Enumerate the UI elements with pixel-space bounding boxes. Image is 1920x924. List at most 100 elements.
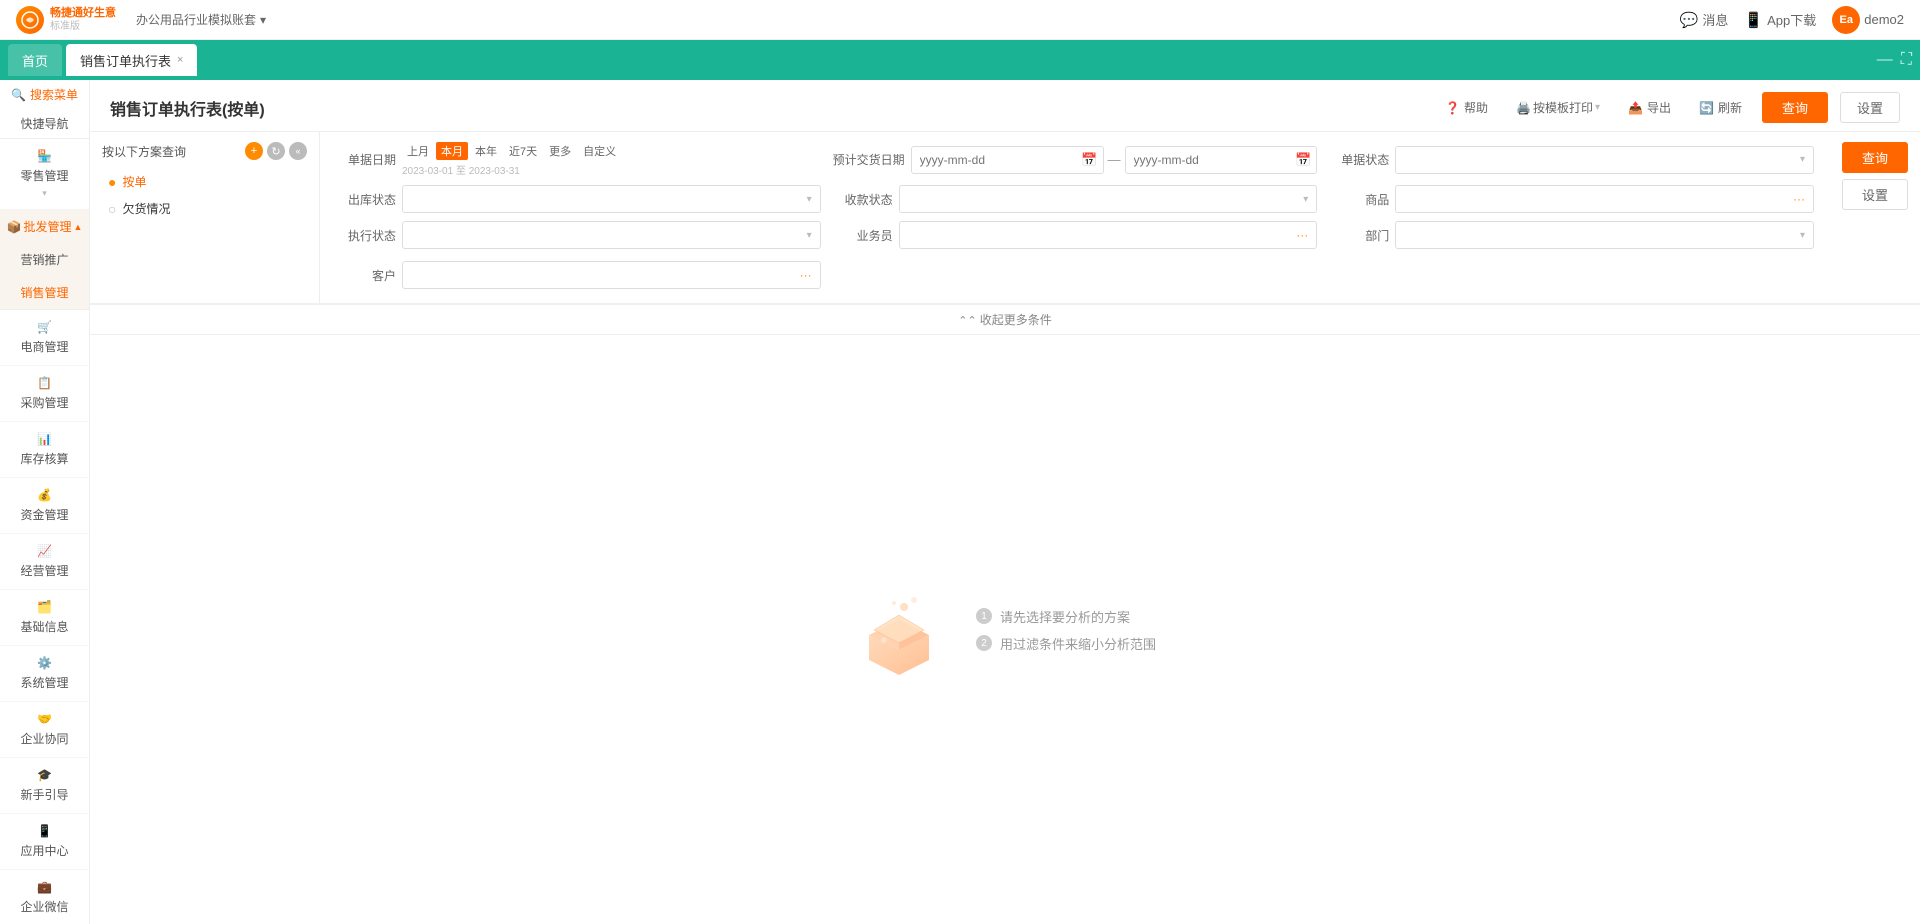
date-year-btn[interactable]: 本年 bbox=[470, 142, 502, 160]
scheme-add-btn[interactable]: + bbox=[245, 142, 263, 160]
sidebar-item-ecommerce[interactable]: 🛒 电商管理 bbox=[0, 310, 89, 366]
date-more-btn[interactable]: 更多 bbox=[544, 142, 576, 160]
ship-status-select[interactable]: ▾ bbox=[402, 185, 821, 213]
sidebar-item-purchase[interactable]: 📋 采购管理 bbox=[0, 366, 89, 422]
filter-row-1: 单据日期 上月 本月 本年 近7天 更多 自定义 20 bbox=[336, 142, 1814, 177]
export-icon: 📤 bbox=[1628, 101, 1643, 115]
pay-status-arrow: ▾ bbox=[1303, 194, 1308, 205]
export-label: 导出 bbox=[1647, 99, 1671, 116]
scheme-collapse-btn[interactable]: « bbox=[289, 142, 307, 160]
sidebar-item-marketing[interactable]: 营销推广 bbox=[0, 243, 89, 276]
exec-status-select[interactable]: ▾ bbox=[402, 221, 821, 249]
tab-actions: — ⛶ bbox=[1877, 51, 1912, 69]
tab-minimize-btn[interactable]: — bbox=[1877, 51, 1893, 69]
tab-sales-order[interactable]: 销售订单执行表 × bbox=[66, 44, 197, 76]
collapse-label: 收起更多条件 bbox=[980, 313, 1052, 327]
goods-label: 商品 bbox=[1329, 191, 1389, 208]
collapse-icon: ⌃⌃ bbox=[958, 315, 980, 327]
export-btn[interactable]: 📤 导出 bbox=[1620, 95, 1679, 120]
date-prev-btn[interactable]: 上月 bbox=[402, 142, 434, 160]
refresh-btn[interactable]: 🔄 刷新 bbox=[1691, 95, 1750, 120]
dept-arrow: ▾ bbox=[1800, 230, 1805, 241]
sidebar-item-system[interactable]: ⚙️ 系统管理 bbox=[0, 646, 89, 702]
collapse-row[interactable]: ⌃⌃ 收起更多条件 bbox=[90, 304, 1920, 334]
scheme-item-1[interactable]: ○ 欠货情况 bbox=[102, 195, 307, 222]
scheme-refresh-btn[interactable]: ↻ bbox=[267, 142, 285, 160]
tab-home[interactable]: 首页 bbox=[8, 44, 62, 76]
scheme-side-btns: + ↻ « bbox=[245, 142, 307, 160]
apps-icon: 📱 bbox=[37, 824, 52, 838]
breadcrumb[interactable]: 办公用品行业模拟账套 ▾ bbox=[136, 11, 266, 28]
purchase-icon: 📋 bbox=[37, 376, 52, 390]
customer-ellipsis: ··· bbox=[800, 268, 812, 282]
pay-status-label: 收款状态 bbox=[833, 191, 893, 208]
sidebar-item-enterprise[interactable]: 🤝 企业协同 bbox=[0, 702, 89, 758]
expected-date-from-wrapper: 📅 bbox=[911, 146, 1104, 174]
sidebar-item-apps[interactable]: 📱 应用中心 bbox=[0, 814, 89, 870]
set-btn[interactable]: 设置 bbox=[1840, 92, 1900, 123]
ship-status-label: 出库状态 bbox=[336, 191, 396, 208]
sidebar-item-operations[interactable]: 📈 经营管理 bbox=[0, 534, 89, 590]
main-layout: 🔍 帮助 搜索菜单 快捷导航 🏪 零售管理 ▾ 📦 批发管理 ▲ 营销推广 销售… bbox=[0, 80, 1920, 924]
page-title: 销售订单执行表(按单) bbox=[110, 96, 265, 120]
finance-icon: 💰 bbox=[37, 488, 52, 502]
salesman-label: 业务员 bbox=[833, 227, 893, 244]
page-header: 销售订单执行表(按单) ❓ 帮助 🖨️ 按模板打印 ▾ 📤 导出 🔄 刷新 bbox=[90, 80, 1920, 132]
message-btn[interactable]: 💬 消息 bbox=[1680, 10, 1729, 29]
sidebar-group-wholesale: 📦 批发管理 ▲ 营销推广 销售管理 bbox=[0, 210, 89, 310]
pay-status-select[interactable]: ▾ bbox=[899, 185, 1318, 213]
sidebar-quicknav[interactable]: 快捷导航 bbox=[0, 109, 89, 139]
logo-icon bbox=[16, 6, 44, 34]
tab-maximize-btn[interactable]: ⛶ bbox=[1901, 51, 1912, 69]
expected-date-to-input[interactable] bbox=[1125, 146, 1318, 174]
tip-2-text: 用过滤条件来缩小分析范围 bbox=[1000, 634, 1156, 653]
goods-select[interactable]: ··· bbox=[1395, 185, 1814, 213]
app-download-icon: 📱 bbox=[1744, 11, 1763, 29]
tab-close-icon[interactable]: × bbox=[177, 54, 183, 66]
sidebar-item-retail[interactable]: 🏪 零售管理 ▾ bbox=[0, 139, 89, 210]
logo-area: 畅捷通好生意 标准版 bbox=[16, 6, 116, 34]
query-btn[interactable]: 查询 bbox=[1762, 92, 1828, 123]
scheme-item-1-label: 欠货情况 bbox=[122, 200, 170, 217]
scheme-side-title: 按以下方案查询 bbox=[102, 143, 186, 160]
bill-status-select[interactable]: ▾ bbox=[1395, 146, 1814, 174]
empty-box: 1 请先选择要分析的方案 2 用过滤条件来缩小分析范围 bbox=[854, 585, 1156, 675]
sidebar-item-wholesale[interactable]: 📦 批发管理 ▲ bbox=[0, 210, 89, 243]
scheme-item-0-icon: ● bbox=[108, 174, 116, 190]
expected-date-from-input[interactable] bbox=[911, 146, 1104, 174]
sidebar-item-wechat[interactable]: 💼 企业微信 bbox=[0, 870, 89, 924]
dept-select[interactable]: ▾ bbox=[1395, 221, 1814, 249]
filter-row-4: 客户 ··· bbox=[336, 257, 1814, 293]
ecommerce-icon: 🛒 bbox=[37, 320, 52, 334]
wholesale-arrow: ▲ bbox=[74, 222, 83, 232]
date-cur-btn[interactable]: 本月 bbox=[436, 142, 468, 160]
help-icon: ❓ bbox=[1445, 101, 1460, 115]
scheme-item-0[interactable]: ● 按单 bbox=[102, 168, 307, 195]
sidebar-item-basic[interactable]: 🗂️ 基础信息 bbox=[0, 590, 89, 646]
sidebar-item-finance[interactable]: 💰 资金管理 bbox=[0, 478, 89, 534]
action-set-btn[interactable]: 设置 bbox=[1842, 179, 1908, 210]
action-col: 查询 设置 bbox=[1830, 132, 1920, 303]
salesman-select[interactable]: ··· bbox=[899, 221, 1318, 249]
action-query-btn[interactable]: 查询 bbox=[1842, 142, 1908, 173]
sidebar-item-sales[interactable]: 销售管理 bbox=[0, 276, 89, 309]
goods-field: 商品 ··· bbox=[1329, 185, 1814, 213]
customer-select[interactable]: ··· bbox=[402, 261, 821, 289]
app-download-label: App下载 bbox=[1767, 10, 1816, 29]
bill-status-arrow: ▾ bbox=[1800, 154, 1805, 165]
expected-date-field: 预计交货日期 📅 — bbox=[833, 142, 1318, 177]
retail-icon: 🏪 bbox=[37, 149, 52, 163]
sidebar-item-inventory[interactable]: 📊 库存核算 bbox=[0, 422, 89, 478]
print-btn[interactable]: 🖨️ 按模板打印 ▾ bbox=[1508, 95, 1608, 120]
sidebar-search-btn[interactable]: 🔍 帮助 搜索菜单 bbox=[0, 80, 89, 109]
sidebar-item-newbie[interactable]: 🎓 新手引导 bbox=[0, 758, 89, 814]
user-area[interactable]: Ea demo2 bbox=[1832, 6, 1904, 34]
search-icon: 🔍 bbox=[11, 88, 26, 102]
help-btn[interactable]: ❓ 帮助 bbox=[1437, 95, 1496, 120]
top-bar-left: 畅捷通好生意 标准版 办公用品行业模拟账套 ▾ bbox=[16, 6, 266, 34]
app-download-btn[interactable]: 📱 App下载 bbox=[1744, 10, 1816, 29]
message-label: 消息 bbox=[1702, 10, 1728, 29]
date-custom-btn[interactable]: 自定义 bbox=[578, 142, 621, 160]
ship-status-field: 出库状态 ▾ bbox=[336, 185, 821, 213]
date-7days-btn[interactable]: 近7天 bbox=[504, 142, 542, 160]
